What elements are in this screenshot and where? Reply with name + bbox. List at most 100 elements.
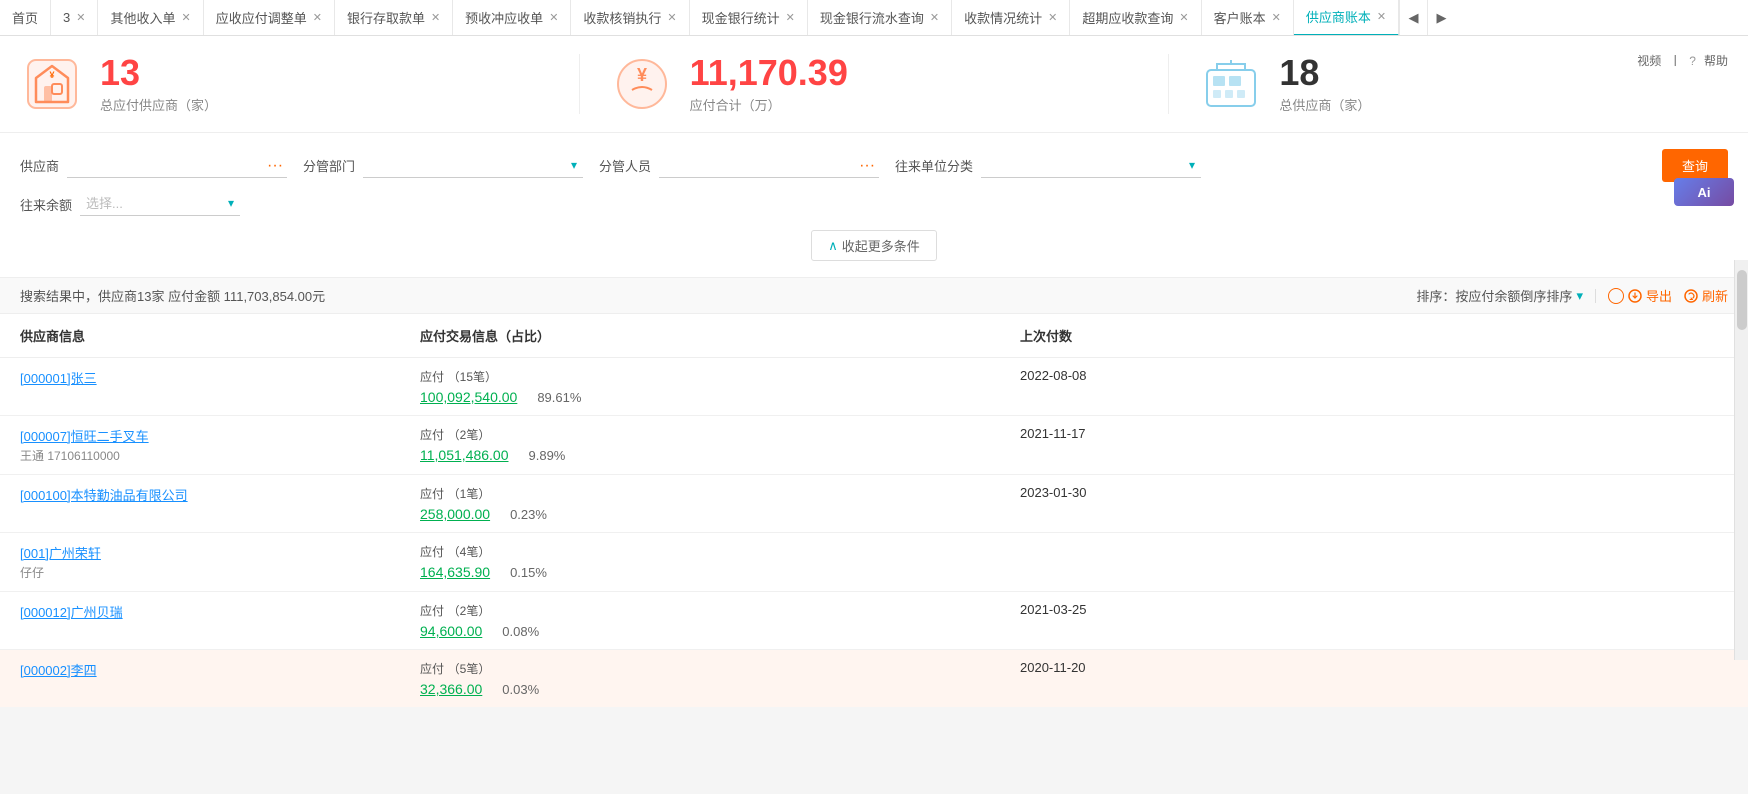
total-suppliers-number: 18 — [1279, 55, 1370, 91]
person-dots-icon[interactable]: ··· — [859, 157, 875, 175]
close-icon[interactable]: ✕ — [1048, 11, 1057, 24]
filter-dept: 分管部门 — [303, 154, 583, 178]
amount-value[interactable]: 100,092,540.00 — [420, 389, 517, 405]
close-icon[interactable]: ✕ — [76, 11, 85, 24]
dept-select[interactable] — [363, 154, 583, 178]
svg-text:¥: ¥ — [637, 65, 647, 85]
supplier-link[interactable]: [000001]张三 — [20, 371, 97, 386]
trans-label: 应付 （15笔） — [420, 368, 980, 385]
last-pay-date: 2021-03-25 — [1000, 592, 1300, 650]
nav-tab-home[interactable]: 首页 — [0, 0, 51, 36]
close-icon[interactable]: ✕ — [667, 11, 676, 24]
video-link[interactable]: 视频 — [1637, 52, 1661, 69]
nav-tab-3-label: 3 — [63, 10, 70, 25]
filter-row-1: 供应商 ··· 分管部门 分管人员 ··· 往来单位分类 — [20, 149, 1728, 182]
help-icon: ? — [1689, 54, 1696, 68]
trans-label: 应付 （5笔） — [420, 660, 980, 677]
payable-suppliers-label: 总应付供应商（家） — [100, 95, 217, 114]
data-table: 供应商信息 应付交易信息（占比） 上次付数 [000001]张三应付 （15笔）… — [0, 314, 1748, 707]
col-header-extra — [1300, 314, 1748, 358]
table-row: [000007]恒旺二手叉车王通 17106110000应付 （2笔）11,05… — [0, 416, 1748, 475]
dept-select-wrapper — [363, 154, 583, 178]
balance-select-wrapper: 选择... — [80, 192, 240, 216]
trans-label: 应付 （4笔） — [420, 543, 980, 560]
collapse-label: 收起更多条件 — [842, 236, 920, 255]
col-header-supplier: 供应商信息 — [0, 314, 400, 358]
payable-amount-number: 11,170.39 — [690, 55, 848, 91]
supplier-link[interactable]: [000100]本特勤油品有限公司 — [20, 488, 188, 503]
nav-tab-collect-stat[interactable]: 收款情况统计 ✕ — [952, 0, 1070, 36]
percent-value: 89.61% — [537, 390, 581, 405]
nav-next-arrow[interactable]: ▶ — [1427, 0, 1455, 36]
person-input[interactable] — [659, 154, 879, 178]
nav-tab-overdue-label: 超期应收款查询 — [1082, 8, 1173, 27]
supplier-link[interactable]: [000002]李四 — [20, 663, 97, 678]
nav-tab-adjustment[interactable]: 应收应付调整单 ✕ — [204, 0, 335, 36]
filter-supplier: 供应商 ··· — [20, 154, 287, 178]
nav-prev-arrow[interactable]: ◀ — [1399, 0, 1427, 36]
amount-value[interactable]: 11,051,486.00 — [420, 447, 509, 463]
stat-divider-2 — [1168, 54, 1169, 114]
nav-tab-other-income[interactable]: 其他收入单 ✕ — [98, 0, 203, 36]
filter-area: 供应商 ··· 分管部门 分管人员 ··· 往来单位分类 — [0, 133, 1748, 278]
total-suppliers-icon — [1199, 52, 1263, 116]
table-row: [001]广州荣轩仔仔应付 （4笔）164,635.900.15% — [0, 533, 1748, 592]
last-pay-date: 2023-01-30 — [1000, 475, 1300, 533]
nav-tab-overdue[interactable]: 超期应收款查询 ✕ — [1070, 0, 1201, 36]
amount-value[interactable]: 258,000.00 — [420, 506, 490, 522]
nav-tab-cash-flow[interactable]: 现金银行流水查询 ✕ — [808, 0, 952, 36]
stat-payable-amount: ¥ 11,170.39 应付合计（万） — [610, 52, 1139, 116]
percent-value: 0.23% — [510, 507, 547, 522]
close-icon[interactable]: ✕ — [181, 11, 190, 24]
amount-value[interactable]: 164,635.90 — [420, 564, 490, 580]
nav-tab-prepay-label: 预收冲应收单 — [465, 8, 543, 27]
close-icon[interactable]: ✕ — [313, 11, 322, 24]
supplier-link[interactable]: [000007]恒旺二手叉车 — [20, 429, 149, 444]
nav-tab-3[interactable]: 3 ✕ — [51, 0, 98, 36]
refresh-button[interactable]: 刷新 — [1684, 286, 1728, 305]
help-link[interactable]: 帮助 — [1704, 52, 1728, 69]
nav-tab-collect-stat-label: 收款情况统计 — [964, 8, 1042, 27]
nav-tab-customer-book[interactable]: 客户账本 ✕ — [1202, 0, 1294, 36]
scrollbar[interactable] — [1734, 260, 1748, 660]
category-select[interactable] — [981, 154, 1201, 178]
close-icon[interactable]: ✕ — [786, 11, 795, 24]
chevron-up-icon: ∧ — [828, 238, 838, 254]
nav-tab-bank[interactable]: 银行存取款单 ✕ — [335, 0, 453, 36]
nav-tab-cash-flow-label: 现金银行流水查询 — [820, 8, 924, 27]
result-summary: 搜索结果中，供应商13家 应付金额 111,703,854.00元 — [20, 286, 325, 305]
nav-tab-collect-label: 收款核销执行 — [583, 8, 661, 27]
supplier-link[interactable]: [001]广州荣轩 — [20, 546, 101, 561]
supplier-dots-icon[interactable]: ··· — [267, 157, 283, 175]
payable-amount-label: 应付合计（万） — [690, 95, 848, 114]
amount-value[interactable]: 32,366.00 — [420, 681, 482, 697]
nav-tab-prepay[interactable]: 预收冲应收单 ✕ — [453, 0, 571, 36]
close-icon[interactable]: ✕ — [1179, 11, 1188, 24]
ai-button[interactable]: Ai — [1674, 178, 1734, 206]
supplier-input[interactable] — [67, 154, 287, 178]
nav-tab-cash-stat[interactable]: 现金银行统计 ✕ — [690, 0, 808, 36]
nav-tab-supplier-book[interactable]: 供应商账本 ✕ — [1294, 0, 1399, 36]
amount-value[interactable]: 94,600.00 — [420, 623, 482, 639]
category-select-wrapper — [981, 154, 1201, 178]
scroll-thumb[interactable] — [1737, 270, 1747, 330]
balance-select[interactable]: 选择... — [80, 192, 240, 216]
sort-button[interactable]: 排序：按应付余额倒序排序 ▾ — [1416, 286, 1583, 305]
close-icon[interactable]: ✕ — [930, 11, 939, 24]
close-icon[interactable]: ✕ — [431, 11, 440, 24]
export-button[interactable]: 导出 — [1608, 286, 1672, 305]
row-extra — [1300, 475, 1748, 533]
last-pay-date: 2021-11-17 — [1000, 416, 1300, 475]
person-label: 分管人员 — [599, 156, 651, 175]
sort-arrow-icon: ▾ — [1576, 288, 1583, 304]
close-icon[interactable]: ✕ — [1272, 11, 1281, 24]
supplier-link[interactable]: [000012]广州贝瑞 — [20, 605, 123, 620]
filter-row-2: 往来余额 选择... — [20, 192, 1728, 216]
collapse-button[interactable]: ∧ 收起更多条件 — [811, 230, 937, 261]
col-header-transaction: 应付交易信息（占比） — [400, 314, 1000, 358]
close-icon[interactable]: ✕ — [1377, 10, 1386, 23]
row-extra — [1300, 592, 1748, 650]
nav-tab-collect[interactable]: 收款核销执行 ✕ — [571, 0, 689, 36]
close-icon[interactable]: ✕ — [549, 11, 558, 24]
last-pay-date — [1000, 533, 1300, 592]
